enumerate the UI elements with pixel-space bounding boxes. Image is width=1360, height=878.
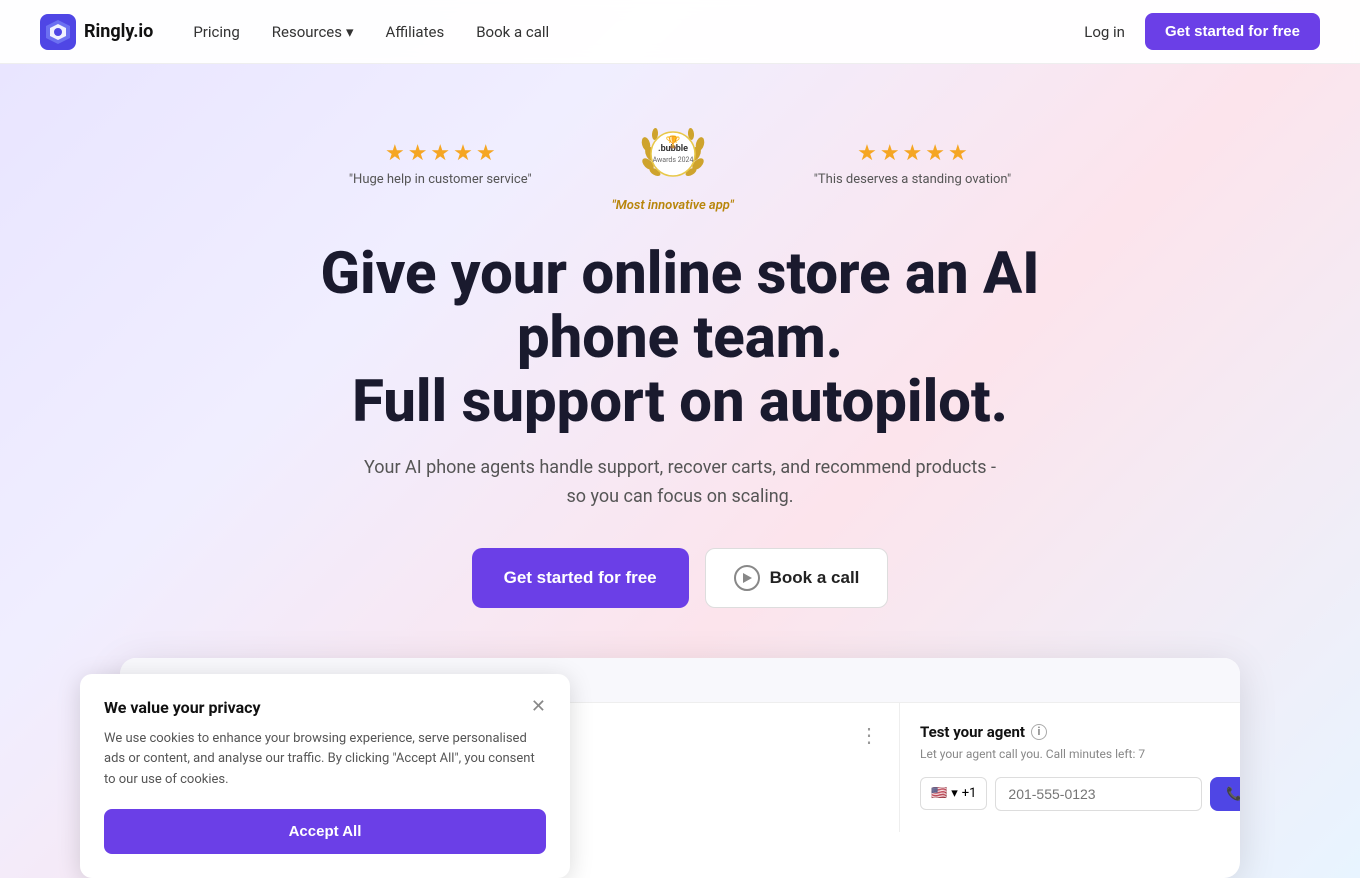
flag-selector[interactable]: 🇺🇸 ▾ +1 xyxy=(920,777,987,810)
bubble-award-icon: .bubble Awards 2024 🏆 xyxy=(633,114,713,194)
proof-left-quote: "Huge help in customer service" xyxy=(349,172,532,187)
star-2: ★ xyxy=(408,141,428,166)
test-agent-title-text: Test your agent xyxy=(920,723,1025,741)
cookie-title: We value your privacy xyxy=(104,698,261,717)
social-proof-row: ★ ★ ★ ★ ★ "Huge help in customer service… xyxy=(349,114,1011,213)
headline-title: Give your online store an AI phone team.… xyxy=(270,243,1090,434)
headline-section: Give your online store an AI phone team.… xyxy=(230,243,1130,548)
nav-right: Log in Get started for free xyxy=(1084,13,1320,50)
star-r5: ★ xyxy=(948,141,968,166)
headline-subtitle: Your AI phone agents handle support, rec… xyxy=(270,454,1090,512)
chevron-down-icon: ▾ xyxy=(346,23,354,41)
proof-left: ★ ★ ★ ★ ★ "Huge help in customer service… xyxy=(349,141,532,187)
bubble-label: "Most innovative app" xyxy=(612,198,734,213)
agent-menu-icon[interactable]: ⋮ xyxy=(859,723,879,747)
phone-call-icon: 📞 xyxy=(1226,786,1240,802)
proof-right-quote: "This deserves a standing ovation" xyxy=(814,172,1011,187)
nav-book-call[interactable]: Book a call xyxy=(476,23,549,41)
cookie-close-button[interactable]: ✕ xyxy=(531,698,546,716)
stars-left: ★ ★ ★ ★ ★ xyxy=(385,141,496,166)
call-input-row: 🇺🇸 ▾ +1 📞 Call me xyxy=(920,777,1220,811)
svg-text:Awards 2024: Awards 2024 xyxy=(652,156,693,164)
info-icon[interactable]: i xyxy=(1031,724,1047,740)
star-1: ★ xyxy=(385,141,405,166)
svg-text:🏆: 🏆 xyxy=(665,135,680,149)
star-5: ★ xyxy=(476,141,496,166)
star-r2: ★ xyxy=(880,141,900,166)
book-call-button[interactable]: Book a call xyxy=(705,548,889,608)
bubble-award: .bubble Awards 2024 🏆 "Most innovative a… xyxy=(612,114,734,213)
proof-right: ★ ★ ★ ★ ★ "This deserves a standing ovat… xyxy=(814,141,1011,187)
star-4: ★ xyxy=(453,141,473,166)
login-link[interactable]: Log in xyxy=(1084,23,1125,41)
demo-right-panel: Test your agent i Let your agent call yo… xyxy=(900,703,1240,832)
title-line1: Give your online store an AI phone team. xyxy=(321,240,1040,372)
nav-affiliates[interactable]: Affiliates xyxy=(386,23,445,41)
nav-links: Pricing Resources ▾ Affiliates Book a ca… xyxy=(193,23,1084,41)
cookie-banner: We value your privacy ✕ We use cookies t… xyxy=(80,674,570,878)
star-r1: ★ xyxy=(857,141,877,166)
demo-area: › Customer support agent 🕐 Call history … xyxy=(80,658,1280,878)
logo-text: Ringly.io xyxy=(84,21,153,42)
stars-right: ★ ★ ★ ★ ★ xyxy=(857,141,968,166)
book-call-label: Book a call xyxy=(770,568,860,588)
cta-row: Get started for free Book a call xyxy=(472,548,889,608)
star-r4: ★ xyxy=(925,141,945,166)
flag-chevron-icon: ▾ xyxy=(951,786,958,801)
get-started-button[interactable]: Get started for free xyxy=(472,548,689,608)
test-agent-title: Test your agent i xyxy=(920,723,1220,741)
play-circle-icon xyxy=(734,565,760,591)
cookie-header: We value your privacy ✕ xyxy=(104,698,546,717)
phone-input[interactable] xyxy=(995,777,1202,811)
nav-get-started-button[interactable]: Get started for free xyxy=(1145,13,1320,50)
logo-icon xyxy=(40,14,76,50)
cookie-body-text: We use cookies to enhance your browsing … xyxy=(104,729,546,791)
star-r3: ★ xyxy=(903,141,923,166)
phone-prefix: +1 xyxy=(962,786,977,801)
flag-emoji: 🇺🇸 xyxy=(931,786,947,801)
title-line2: Full support on autopilot. xyxy=(352,368,1008,436)
logo[interactable]: Ringly.io xyxy=(40,14,153,50)
star-3: ★ xyxy=(430,141,450,166)
navigation: Ringly.io Pricing Resources ▾ Affiliates… xyxy=(0,0,1360,64)
test-agent-sub: Let your agent call you. Call minutes le… xyxy=(920,747,1220,761)
play-triangle-icon xyxy=(743,573,752,583)
nav-pricing[interactable]: Pricing xyxy=(193,23,239,41)
nav-resources[interactable]: Resources ▾ xyxy=(272,23,354,41)
hero-section: ★ ★ ★ ★ ★ "Huge help in customer service… xyxy=(0,0,1360,878)
cookie-accept-button[interactable]: Accept All xyxy=(104,809,546,854)
call-me-button[interactable]: 📞 Call me xyxy=(1210,777,1240,811)
